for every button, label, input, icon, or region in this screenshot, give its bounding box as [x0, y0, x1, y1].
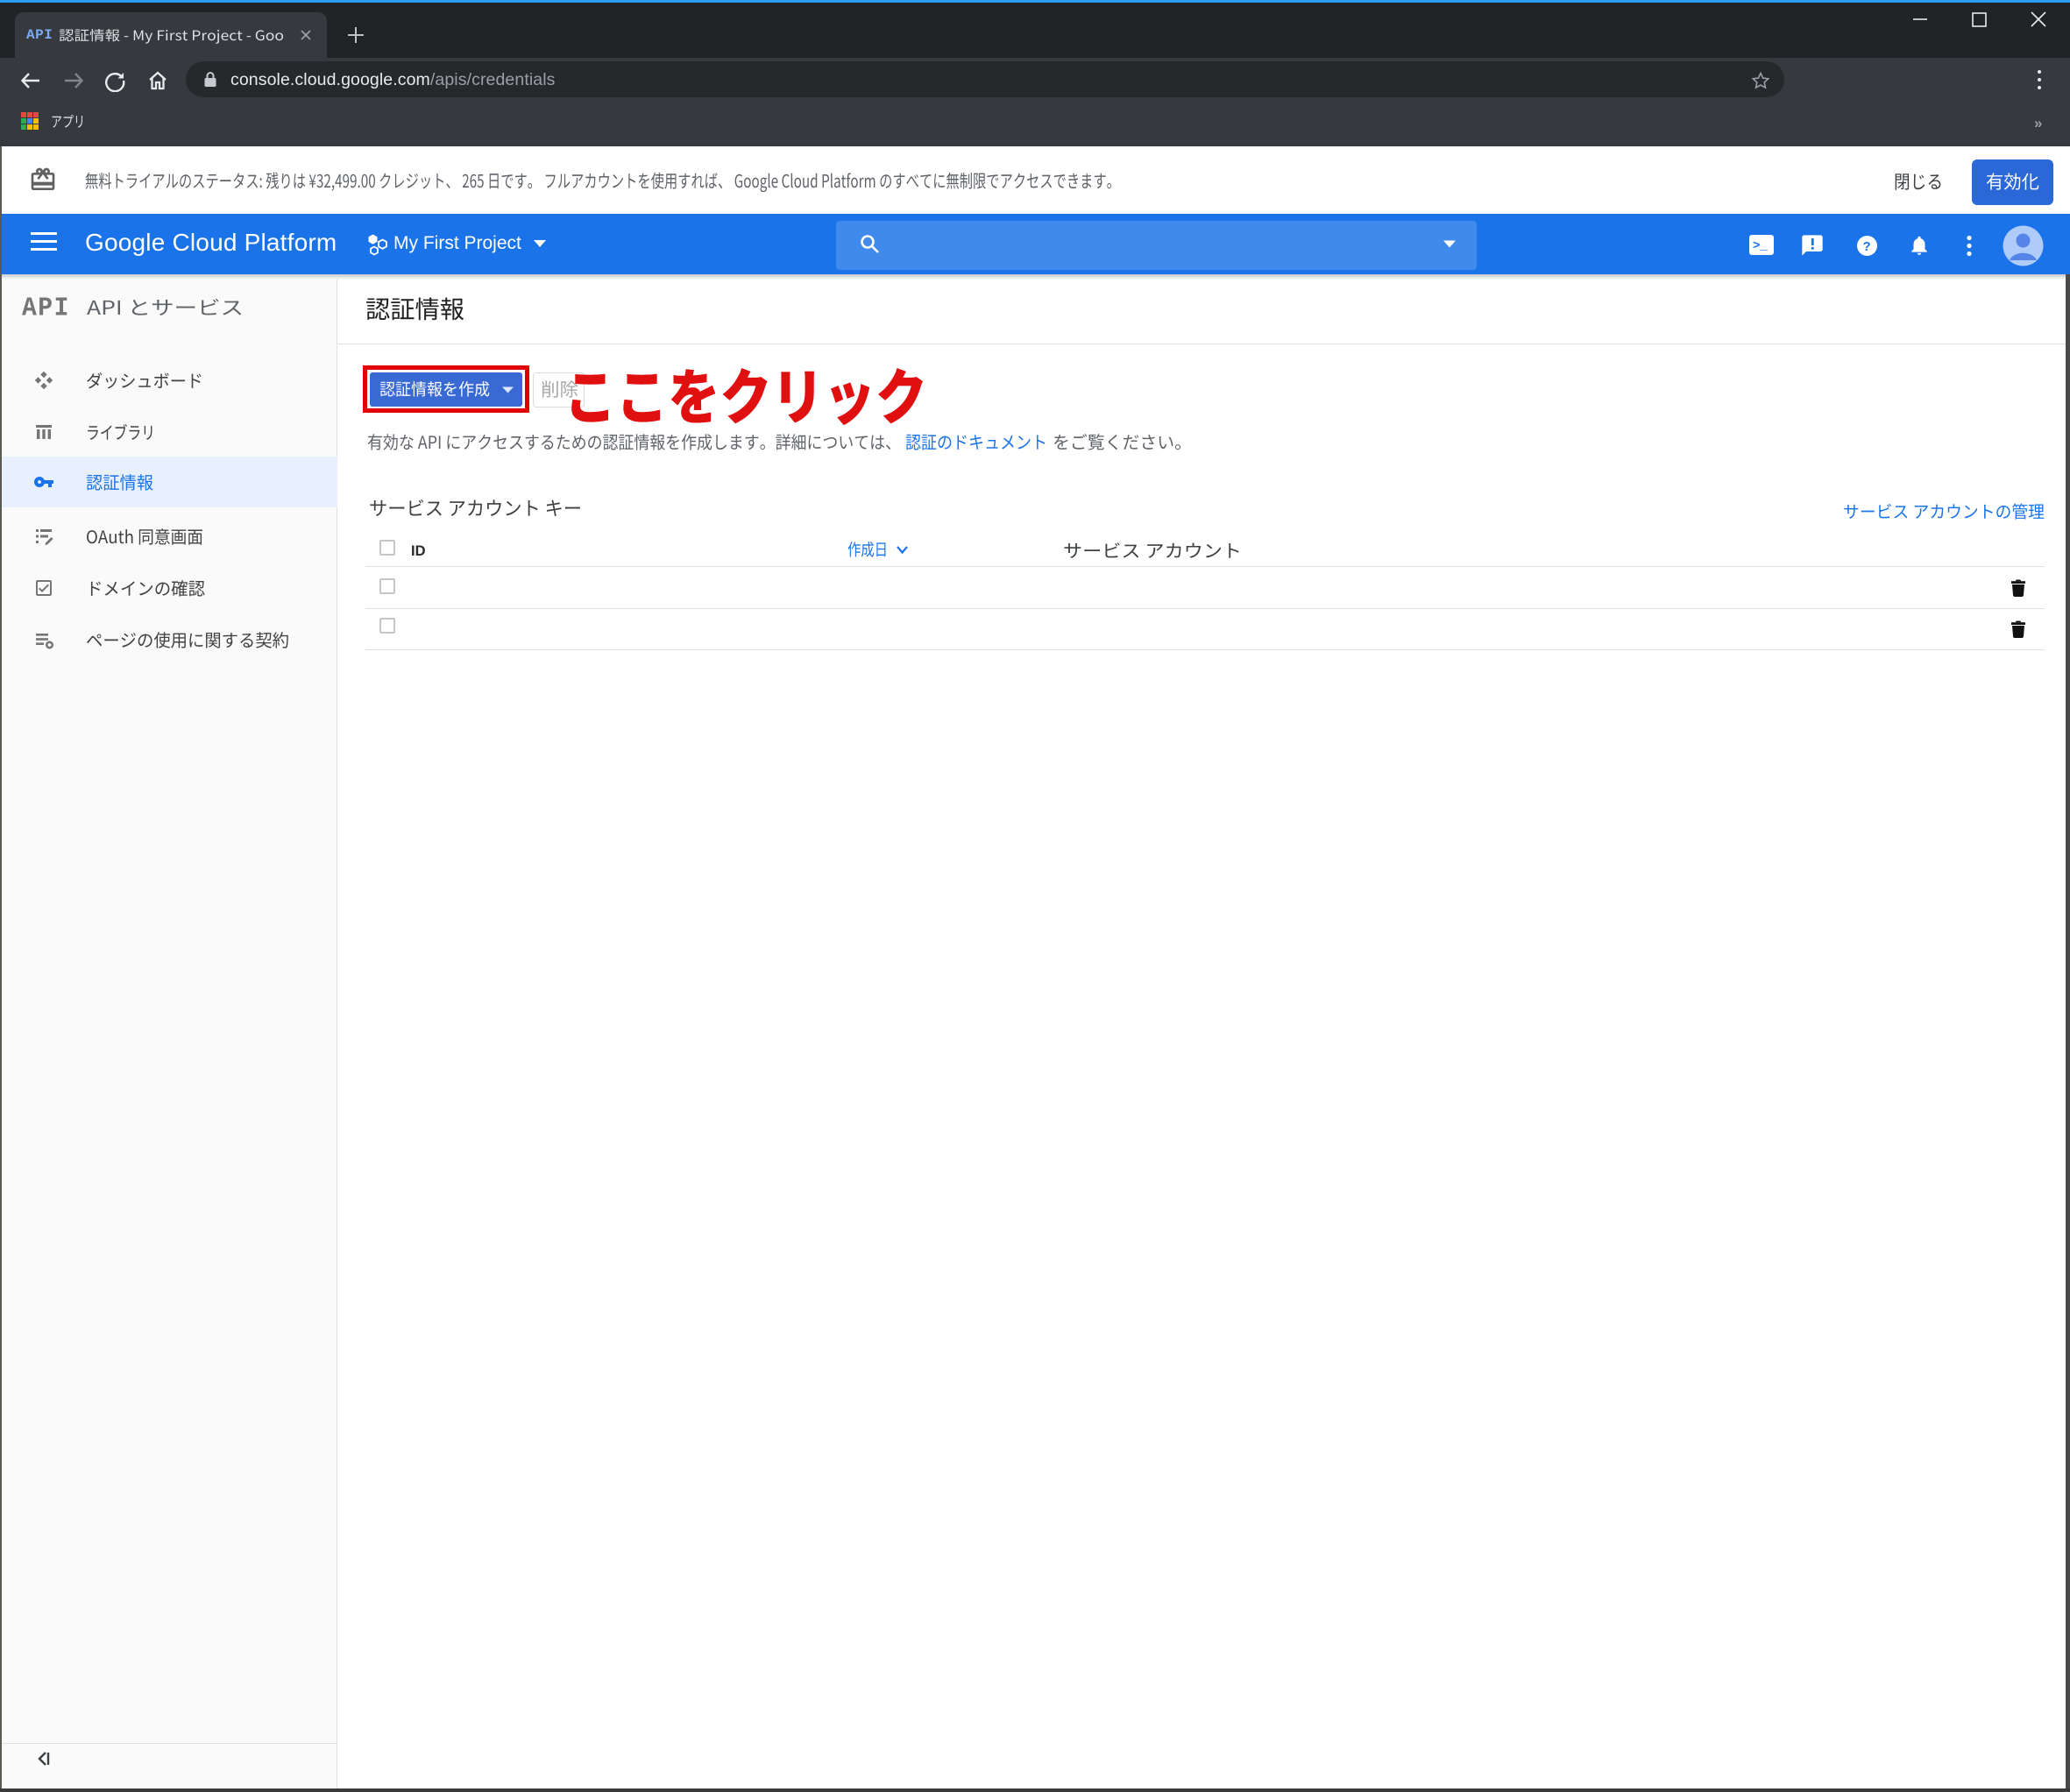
- svg-text:?: ?: [1863, 239, 1871, 254]
- svg-text:>_: >_: [1753, 239, 1768, 253]
